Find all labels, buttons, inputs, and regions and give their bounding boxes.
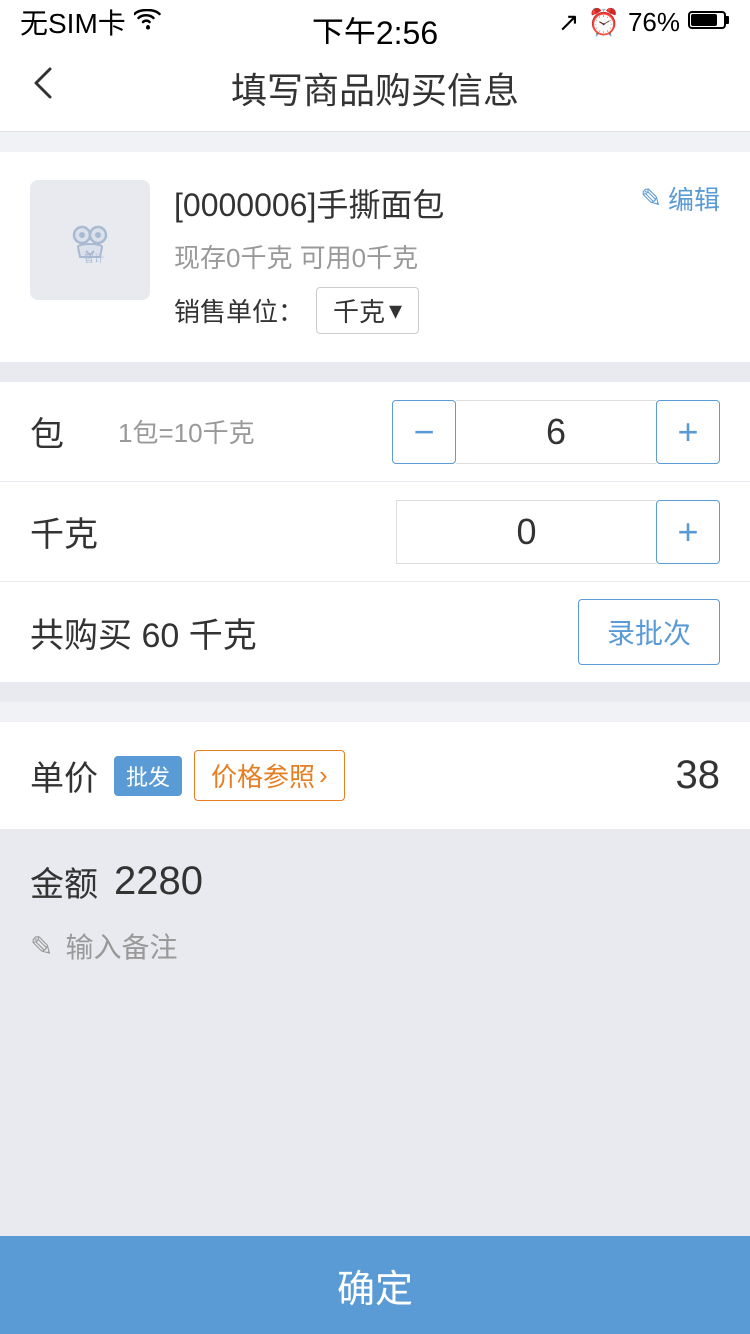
price-tag: 批发 xyxy=(114,756,182,796)
location-icon: ↗ xyxy=(558,7,580,38)
package-plus-button[interactable]: + xyxy=(656,400,720,464)
amount-section: 金额 2280 ✎ 输入备注 xyxy=(0,829,750,986)
product-name: [0000006]手撕面包 xyxy=(174,180,720,226)
battery-text: 76% xyxy=(628,7,680,38)
page-title: 填写商品购买信息 xyxy=(231,62,519,114)
kg-plus-button[interactable]: + xyxy=(656,500,720,564)
product-unit-row: 销售单位： 千克 ▾ xyxy=(174,287,720,334)
alarm-icon: ⏰ xyxy=(588,7,620,38)
divider-1 xyxy=(0,362,750,382)
divider-2 xyxy=(0,682,750,702)
amount-value: 2280 xyxy=(114,859,203,904)
remark-row[interactable]: ✎ 输入备注 xyxy=(30,926,720,966)
status-right: ↗ ⏰ 76% xyxy=(558,7,730,38)
price-value: 38 xyxy=(676,753,721,798)
package-qty-control: − + xyxy=(392,400,720,464)
chevron-right-icon: › xyxy=(319,760,328,791)
nav-bar: 填写商品购买信息 xyxy=(0,44,750,132)
confirm-button[interactable]: 确定 xyxy=(0,1236,750,1334)
svg-text:智计: 智计 xyxy=(84,252,104,265)
amount-label: 金额 xyxy=(30,857,98,906)
input-section: 包 1包=10千克 − + 千克 + 共购买 60 千克 录批次 xyxy=(0,382,750,682)
package-minus-button[interactable]: − xyxy=(392,400,456,464)
product-card: 智计 [0000006]手撕面包 现存0千克 可用0千克 销售单位： 千克 ▾ … xyxy=(0,152,750,362)
price-ref-button[interactable]: 价格参照 › xyxy=(194,750,345,801)
product-image: 智计 xyxy=(30,180,150,300)
edit-button[interactable]: ✎ 编辑 xyxy=(640,180,720,217)
package-row: 包 1包=10千克 − + xyxy=(0,382,750,482)
batch-button[interactable]: 录批次 xyxy=(578,599,720,665)
status-bar: 无SIM卡 下午2:56 ↗ ⏰ 76% xyxy=(0,0,750,44)
kg-label: 千克 xyxy=(30,507,110,556)
pencil-icon: ✎ xyxy=(30,930,53,963)
edit-icon: ✎ xyxy=(640,183,662,214)
unit-select[interactable]: 千克 ▾ xyxy=(316,287,419,334)
battery-icon xyxy=(688,7,730,38)
dropdown-icon: ▾ xyxy=(389,295,402,326)
total-row: 共购买 60 千克 录批次 xyxy=(0,582,750,682)
amount-row: 金额 2280 xyxy=(30,857,720,906)
remark-text: 输入备注 xyxy=(65,926,177,966)
back-button[interactable] xyxy=(28,61,56,115)
carrier-text: 无SIM卡 xyxy=(20,2,126,42)
total-text: 共购买 60 千克 xyxy=(30,608,257,657)
package-sub-label: 1包=10千克 xyxy=(118,413,392,450)
price-label: 单价 xyxy=(30,751,98,800)
price-section: 单价 批发 价格参照 › 38 xyxy=(0,722,750,829)
wifi-icon xyxy=(134,6,162,38)
package-label: 包 xyxy=(30,407,110,456)
status-left: 无SIM卡 xyxy=(20,2,162,42)
product-info: [0000006]手撕面包 现存0千克 可用0千克 销售单位： 千克 ▾ xyxy=(174,180,720,334)
kg-qty-input[interactable] xyxy=(396,500,656,564)
price-row: 单价 批发 价格参照 › 38 xyxy=(30,750,720,801)
product-stock: 现存0千克 可用0千克 xyxy=(174,238,720,275)
kg-qty-control: + xyxy=(396,500,720,564)
kg-row: 千克 + xyxy=(0,482,750,582)
unit-label: 销售单位： xyxy=(174,292,304,329)
package-qty-input[interactable] xyxy=(456,400,656,464)
